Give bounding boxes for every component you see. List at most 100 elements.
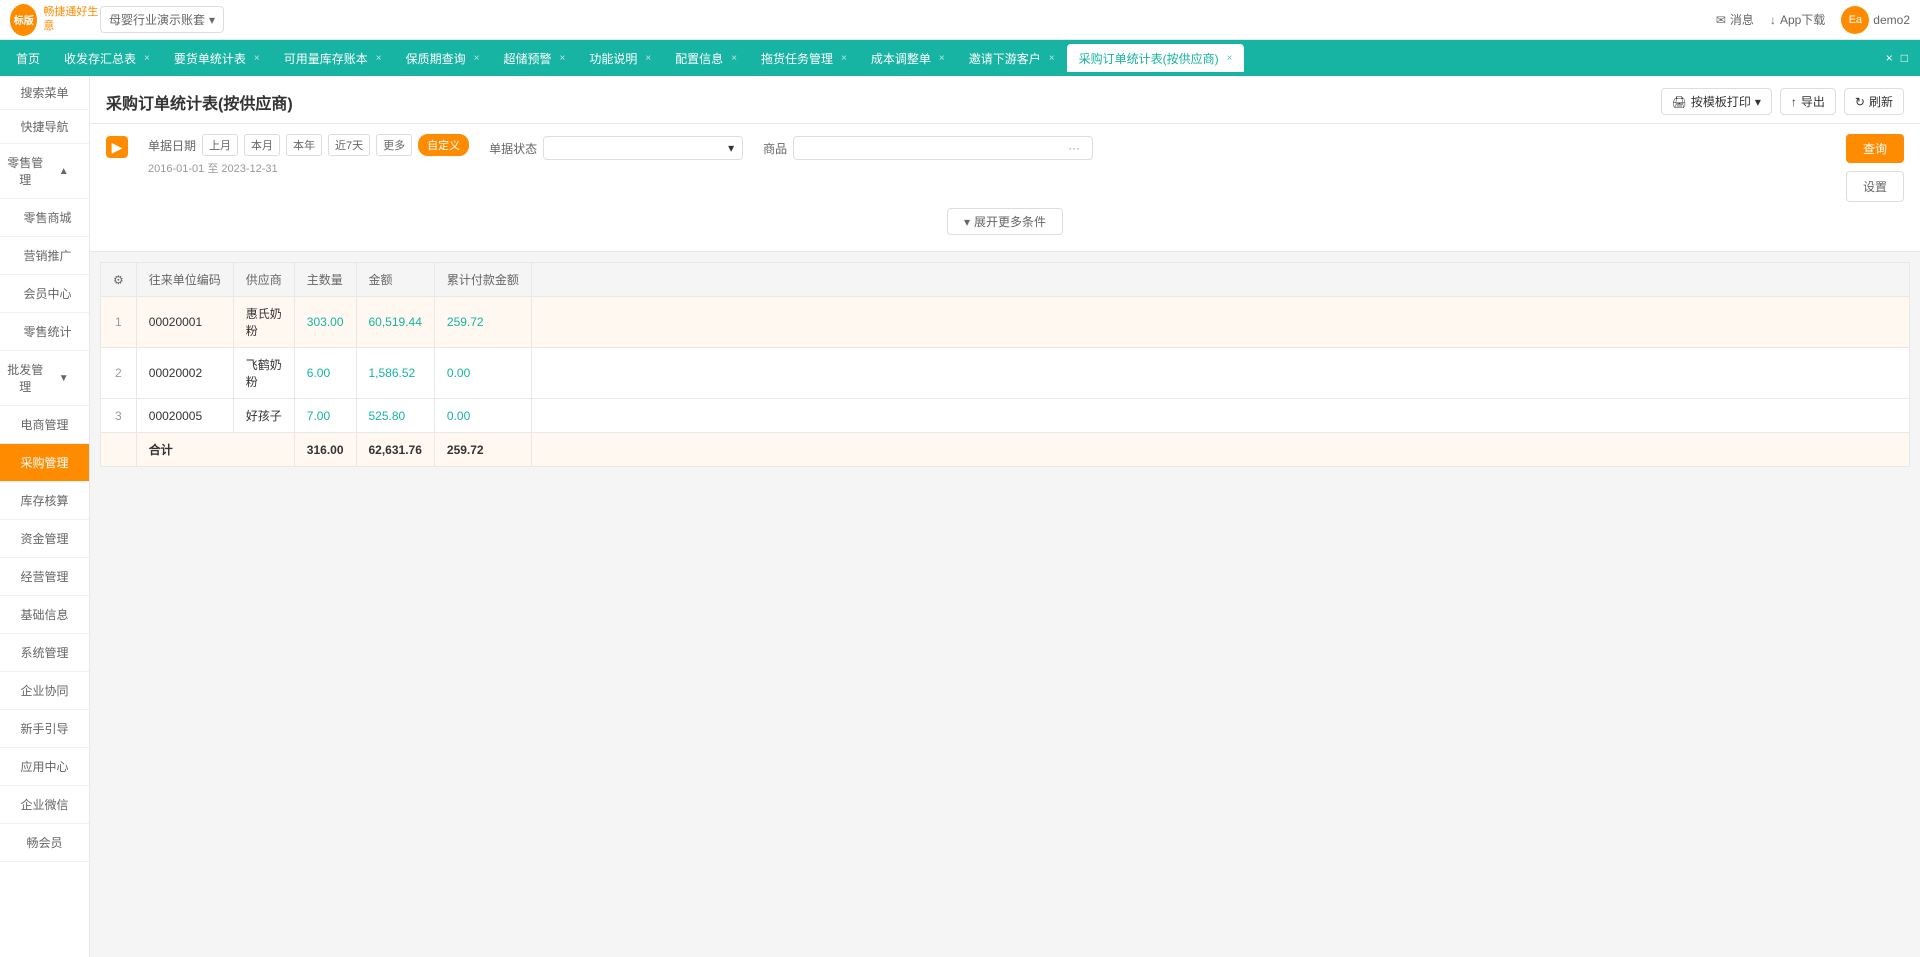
tab-label: 要货单统计表 <box>174 50 246 67</box>
row-spacer <box>531 348 1909 399</box>
top-right: ✉ 消息 ↓ App下载 Ea demo2 <box>1716 6 1910 34</box>
row-qty[interactable]: 303.00 <box>294 297 356 348</box>
row-paid[interactable]: 0.00 <box>434 399 531 433</box>
sidebar-item-operation[interactable]: 经营管理 <box>0 558 89 596</box>
close-icon[interactable]: × <box>144 53 150 64</box>
close-icon[interactable]: × <box>254 53 260 64</box>
sidebar-item-search[interactable]: 搜索菜单 <box>0 76 89 110</box>
tab-label: 成本调整单 <box>871 50 931 67</box>
tab-chaochuyu[interactable]: 超储预警 × <box>491 44 577 72</box>
expand-label: 展开更多条件 <box>974 213 1046 230</box>
tab-shoufahuizongtable[interactable]: 收发存汇总表 × <box>52 44 162 72</box>
sidebar-item-system[interactable]: 系统管理 <box>0 634 89 672</box>
goods-more-button[interactable]: ··· <box>1064 141 1084 155</box>
tab-gongnengshuo[interactable]: 功能说明 × <box>577 44 663 72</box>
gear-icon[interactable]: ⚙ <box>113 273 124 287</box>
tab-yaohuodantongji[interactable]: 要货单统计表 × <box>162 44 272 72</box>
sidebar-item-wholesale[interactable]: 批发管理 ▼ <box>0 351 89 406</box>
date-option-this-year[interactable]: 本年 <box>286 134 322 156</box>
close-icon[interactable]: × <box>376 53 382 64</box>
print-button[interactable]: 🖨 按模板打印 ▾ <box>1661 88 1772 115</box>
row-code: 00020001 <box>136 297 233 348</box>
tab-peizhixinxi[interactable]: 配置信息 × <box>663 44 749 72</box>
purchase-label: 采购管理 <box>6 454 83 471</box>
row-qty[interactable]: 7.00 <box>294 399 356 433</box>
row-qty[interactable]: 6.00 <box>294 348 356 399</box>
tab-home[interactable]: 首页 <box>4 44 52 72</box>
retail-label: 零售管理 <box>6 154 45 188</box>
tab-baochanqichaxun[interactable]: 保质期查询 × <box>394 44 492 72</box>
operation-label: 经营管理 <box>6 568 83 585</box>
finance-label: 资金管理 <box>6 530 83 547</box>
status-filter-label: 单据状态 <box>489 140 537 157</box>
tab-caigoudantongji[interactable]: 采购订单统计表(按供应商) × <box>1067 44 1245 72</box>
row-amount[interactable]: 1,586.52 <box>356 348 434 399</box>
date-option-last-month[interactable]: 上月 <box>202 134 238 156</box>
search-label: 搜索菜单 <box>20 86 68 100</box>
row-paid[interactable]: 0.00 <box>434 348 531 399</box>
expand-conditions-button[interactable]: ▾ 展开更多条件 <box>947 208 1063 235</box>
sidebar-item-retail-shop[interactable]: 零售商城 <box>0 199 89 237</box>
refresh-label: 刷新 <box>1869 93 1893 110</box>
restore-button[interactable]: □ <box>1901 51 1908 65</box>
close-icon[interactable]: × <box>1049 53 1055 64</box>
settings-button[interactable]: 设置 <box>1846 171 1904 202</box>
sidebar-item-retail[interactable]: 零售管理 ▲ <box>0 144 89 199</box>
sidebar-item-basic[interactable]: 基础信息 <box>0 596 89 634</box>
message-button[interactable]: ✉ 消息 <box>1716 11 1754 28</box>
app-download-button[interactable]: ↓ App下载 <box>1770 11 1825 28</box>
close-icon[interactable]: × <box>841 53 847 64</box>
close-icon[interactable]: × <box>474 53 480 64</box>
footer-qty: 316.00 <box>294 433 356 467</box>
page-actions: 🖨 按模板打印 ▾ ↑ 导出 ↻ 刷新 <box>1661 88 1904 115</box>
status-select[interactable]: ▾ <box>543 136 743 160</box>
row-spacer <box>531 297 1909 348</box>
row-amount[interactable]: 525.80 <box>356 399 434 433</box>
tab-label: 拖货任务管理 <box>761 50 833 67</box>
tab-chengbentiaoz[interactable]: 成本调整单 × <box>859 44 957 72</box>
close-icon[interactable]: × <box>645 53 651 64</box>
date-option-more[interactable]: 更多 <box>376 134 412 156</box>
date-option-this-month[interactable]: 本月 <box>244 134 280 156</box>
sidebar-item-marketing[interactable]: 营销推广 <box>0 237 89 275</box>
workspace-selector[interactable]: 母婴行业演示账套 ▾ <box>100 6 224 33</box>
sidebar-item-retail-stats[interactable]: 零售统计 <box>0 313 89 351</box>
sidebar-item-shortcut[interactable]: 快捷导航 <box>0 110 89 144</box>
sidebar-item-member[interactable]: 会员中心 <box>0 275 89 313</box>
data-table: ⚙ 往来单位编码 供应商 主数量 金额 累计付款金额 1 00020001 惠氏… <box>100 262 1910 467</box>
sidebar-item-ecommerce[interactable]: 电商管理 <box>0 406 89 444</box>
close-icon[interactable]: × <box>731 53 737 64</box>
export-button[interactable]: ↑ 导出 <box>1780 88 1836 115</box>
sidebar-item-newguide[interactable]: 新手引导 <box>0 710 89 748</box>
row-index: 3 <box>101 399 137 433</box>
sidebar-item-appstore[interactable]: 应用中心 <box>0 748 89 786</box>
sidebar-item-finance[interactable]: 资金管理 <box>0 520 89 558</box>
row-spacer <box>531 399 1909 433</box>
filter-toggle-button[interactable]: ▶ <box>106 136 128 158</box>
tab-keyongliangkuon[interactable]: 可用量库存账本 × <box>272 44 394 72</box>
tab-tuohuorenwuguanli[interactable]: 拖货任务管理 × <box>749 44 859 72</box>
sidebar-item-vip[interactable]: 畅会员 <box>0 824 89 862</box>
sidebar-item-wechat[interactable]: 企业微信 <box>0 786 89 824</box>
close-icon[interactable]: × <box>939 53 945 64</box>
tab-label: 配置信息 <box>675 50 723 67</box>
date-option-custom[interactable]: 自定义 <box>418 134 469 156</box>
close-all-button[interactable]: × <box>1886 51 1893 65</box>
refresh-button[interactable]: ↻ 刷新 <box>1844 88 1904 115</box>
date-option-7days[interactable]: 近7天 <box>328 134 370 156</box>
user-profile[interactable]: Ea demo2 <box>1841 6 1910 34</box>
sidebar-item-inventory[interactable]: 库存核算 <box>0 482 89 520</box>
goods-search-input[interactable] <box>802 141 1064 155</box>
query-button[interactable]: 查询 <box>1846 134 1904 163</box>
row-paid[interactable]: 259.72 <box>434 297 531 348</box>
status-filter-group: 单据状态 ▾ <box>489 136 743 160</box>
row-amount[interactable]: 60,519.44 <box>356 297 434 348</box>
message-icon: ✉ <box>1716 13 1726 27</box>
sidebar-item-enterprise[interactable]: 企业协同 <box>0 672 89 710</box>
tab-yaoqingxiayouke[interactable]: 邀请下游客户 × <box>957 44 1067 72</box>
goods-filter-group: 商品 ··· <box>763 136 1093 160</box>
wholesale-label: 批发管理 <box>6 361 45 395</box>
close-icon[interactable]: × <box>1227 53 1233 64</box>
sidebar-item-purchase[interactable]: 采购管理 <box>0 444 89 482</box>
close-icon[interactable]: × <box>559 53 565 64</box>
